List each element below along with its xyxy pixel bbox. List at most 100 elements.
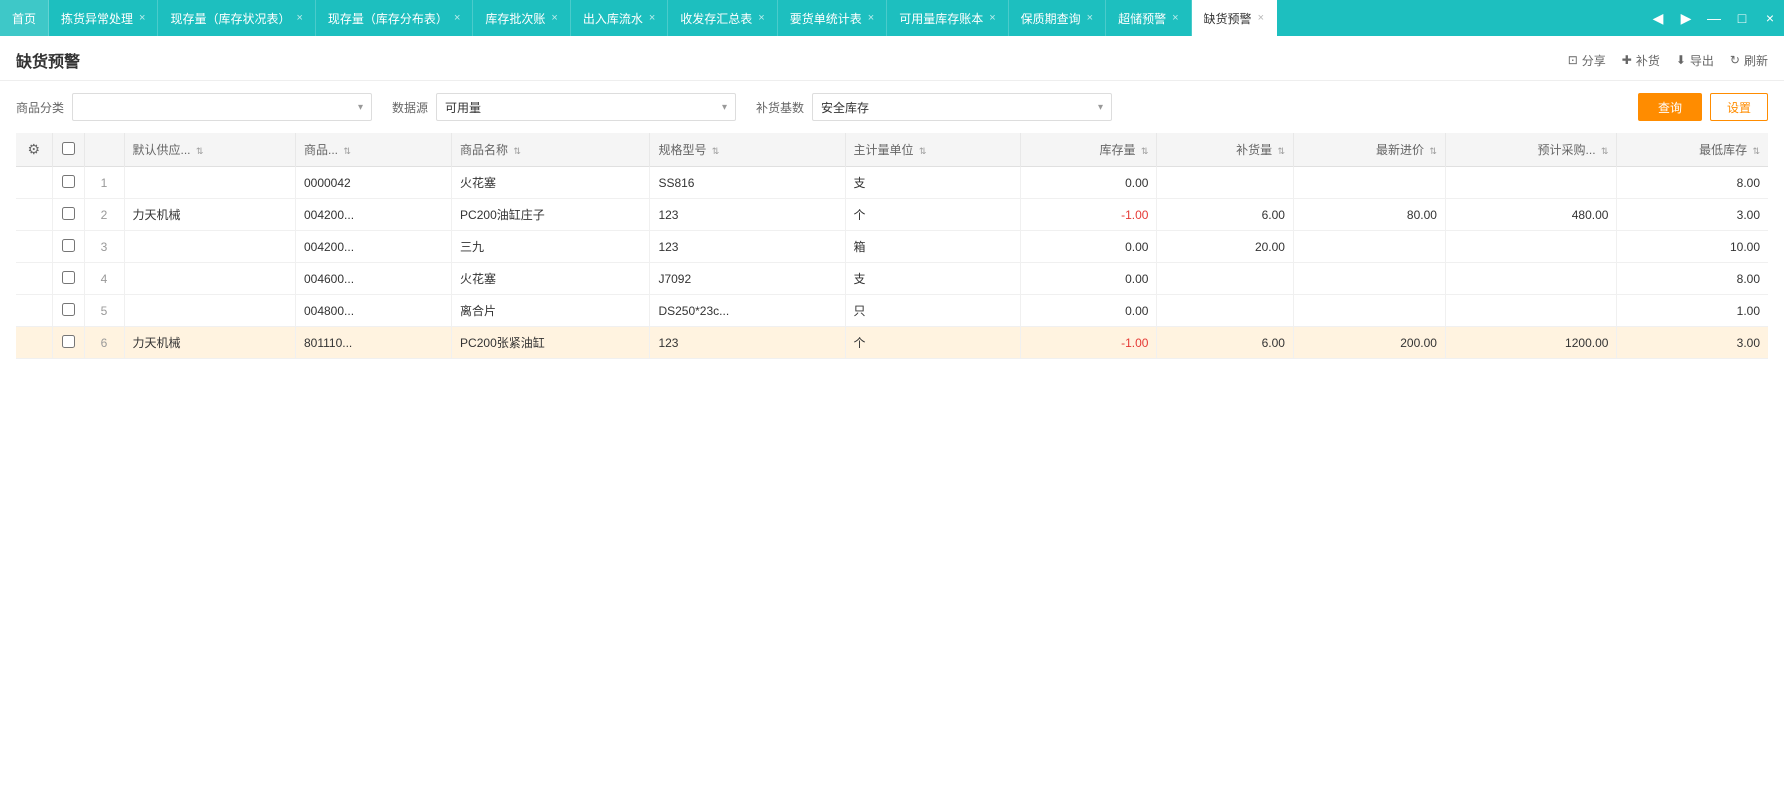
close-tab-avail-ledger[interactable]: × (989, 12, 995, 24)
query-button[interactable]: 查询 (1638, 93, 1702, 121)
close-tab-inventory-status[interactable]: × (296, 12, 302, 24)
row-gear-cell (16, 327, 52, 359)
refresh-action[interactable]: ↻ 刷新 (1730, 52, 1768, 69)
datasource-value: 可用量 (445, 99, 481, 116)
nav-tab-home[interactable]: 首页 (0, 0, 49, 36)
row-checkbox[interactable] (62, 175, 75, 188)
row-checkbox[interactable] (62, 271, 75, 284)
nav-tab-inout-flow[interactable]: 出入库流水× (571, 0, 668, 36)
row-product-name: 火花塞 (452, 167, 650, 199)
share-action[interactable]: ⊡ 分享 (1568, 52, 1606, 69)
col-header-unit[interactable]: 主计量单位 ⇅ (845, 133, 1020, 167)
row-product-name: 离合片 (452, 295, 650, 327)
close-tab-shortage[interactable]: × (1258, 12, 1264, 24)
sort-replenish-icon: ⇅ (1277, 146, 1285, 156)
row-min-stock: 1.00 (1617, 295, 1768, 327)
row-est-purchase (1445, 295, 1616, 327)
nav-tab-shortage[interactable]: 缺货预警× (1192, 0, 1277, 36)
table-row: 2力天机械004200...PC200油缸庄子123个-1.006.0080.0… (16, 199, 1768, 231)
nav-tab-batch-account[interactable]: 库存批次账× (473, 0, 570, 36)
row-gear-cell (16, 167, 52, 199)
col-header-est-purchase[interactable]: 预计采购... ⇅ (1445, 133, 1616, 167)
col-replenish-label: 补货量 (1236, 143, 1272, 157)
row-est-purchase (1445, 263, 1616, 295)
column-settings-icon[interactable]: ⚙ (27, 141, 40, 157)
setting-button[interactable]: 设置 (1710, 93, 1768, 121)
category-select[interactable]: ▾ (72, 93, 372, 121)
col-header-product-name[interactable]: 商品名称 ⇅ (452, 133, 650, 167)
col-header-replenish[interactable]: 补货量 ⇅ (1157, 133, 1294, 167)
replenish-label: 补货 (1636, 52, 1660, 69)
nav-tab-order-stat[interactable]: 要货单统计表× (778, 0, 887, 36)
replenish-base-select[interactable]: 安全库存 ▾ (812, 93, 1112, 121)
row-supplier (124, 231, 295, 263)
close-tab-pick-anomaly[interactable]: × (139, 12, 145, 24)
close-tab-recv-summary[interactable]: × (758, 12, 764, 24)
row-checkbox[interactable] (62, 239, 75, 252)
row-unit: 箱 (845, 231, 1020, 263)
row-latest-price (1293, 231, 1445, 263)
col-est-purchase-label: 预计采购... (1538, 143, 1596, 157)
datasource-filter: 数据源 可用量 ▾ (392, 93, 736, 121)
row-supplier: 力天机械 (124, 199, 295, 231)
column-settings-header: ⚙ (16, 133, 52, 167)
row-number: 2 (84, 199, 124, 231)
row-checkbox[interactable] (62, 207, 75, 220)
nav-tab-pick-anomaly[interactable]: 拣货异常处理× (49, 0, 158, 36)
nav-tab-avail-ledger[interactable]: 可用量库存账本× (887, 0, 1008, 36)
col-header-rownum (84, 133, 124, 167)
nav-next-button[interactable]: ▶ (1672, 0, 1700, 36)
row-product-name: PC200油缸庄子 (452, 199, 650, 231)
row-product-code: 0000042 (295, 167, 451, 199)
row-product-name: 三九 (452, 231, 650, 263)
select-all-header (52, 133, 84, 167)
row-spec: 123 (650, 327, 845, 359)
row-supplier (124, 167, 295, 199)
row-unit: 支 (845, 263, 1020, 295)
col-header-spec[interactable]: 规格型号 ⇅ (650, 133, 845, 167)
nav-tab-overstock[interactable]: 超储预警× (1106, 0, 1191, 36)
col-header-min-stock[interactable]: 最低库存 ⇅ (1617, 133, 1768, 167)
close-tab-inventory-dist[interactable]: × (454, 12, 460, 24)
close-tab-batch-account[interactable]: × (551, 12, 557, 24)
nav-tab-inventory-status[interactable]: 现存量（库存状况表）× (158, 0, 315, 36)
row-est-purchase: 1200.00 (1445, 327, 1616, 359)
nav-tab-expiry-query[interactable]: 保质期查询× (1009, 0, 1106, 36)
close-tab-order-stat[interactable]: × (868, 12, 874, 24)
row-stock-qty: 0.00 (1020, 231, 1157, 263)
close-tab-overstock[interactable]: × (1172, 12, 1178, 24)
close-tab-inout-flow[interactable]: × (649, 12, 655, 24)
minimize-button[interactable]: — (1700, 0, 1728, 36)
top-navigation: 首页拣货异常处理×现存量（库存状况表）×现存量（库存分布表）×库存批次账×出入库… (0, 0, 1784, 36)
close-window-button[interactable]: × (1756, 0, 1784, 36)
col-header-product-code[interactable]: 商品... ⇅ (295, 133, 451, 167)
maximize-button[interactable]: □ (1728, 0, 1756, 36)
row-number: 4 (84, 263, 124, 295)
page-header: 缺货预警 ⊡ 分享 ✚ 补货 ⬇ 导出 ↻ 刷新 (0, 36, 1784, 81)
row-latest-price (1293, 295, 1445, 327)
table-row: 6力天机械801110...PC200张紧油缸123个-1.006.00200.… (16, 327, 1768, 359)
row-checkbox[interactable] (62, 303, 75, 316)
export-action[interactable]: ⬇ 导出 (1676, 52, 1714, 69)
nav-tab-recv-summary[interactable]: 收发存汇总表× (668, 0, 777, 36)
row-min-stock: 8.00 (1617, 263, 1768, 295)
row-number: 5 (84, 295, 124, 327)
col-header-supplier[interactable]: 默认供应... ⇅ (124, 133, 295, 167)
col-header-price[interactable]: 最新进价 ⇅ (1293, 133, 1445, 167)
col-product-name-label: 商品名称 (460, 143, 508, 157)
row-supplier (124, 295, 295, 327)
nav-prev-button[interactable]: ◀ (1644, 0, 1672, 36)
row-number: 6 (84, 327, 124, 359)
select-all-checkbox[interactable] (62, 142, 75, 155)
datasource-select[interactable]: 可用量 ▾ (436, 93, 736, 121)
nav-tab-inventory-dist[interactable]: 现存量（库存分布表）× (316, 0, 473, 36)
col-unit-label: 主计量单位 (854, 143, 914, 157)
refresh-icon: ↻ (1730, 53, 1740, 67)
col-header-stock[interactable]: 库存量 ⇅ (1020, 133, 1157, 167)
row-replenish-qty (1157, 167, 1294, 199)
replenish-action[interactable]: ✚ 补货 (1622, 52, 1660, 69)
close-tab-expiry-query[interactable]: × (1087, 12, 1093, 24)
export-label: 导出 (1690, 52, 1714, 69)
col-price-label: 最新进价 (1376, 143, 1424, 157)
row-checkbox[interactable] (62, 335, 75, 348)
